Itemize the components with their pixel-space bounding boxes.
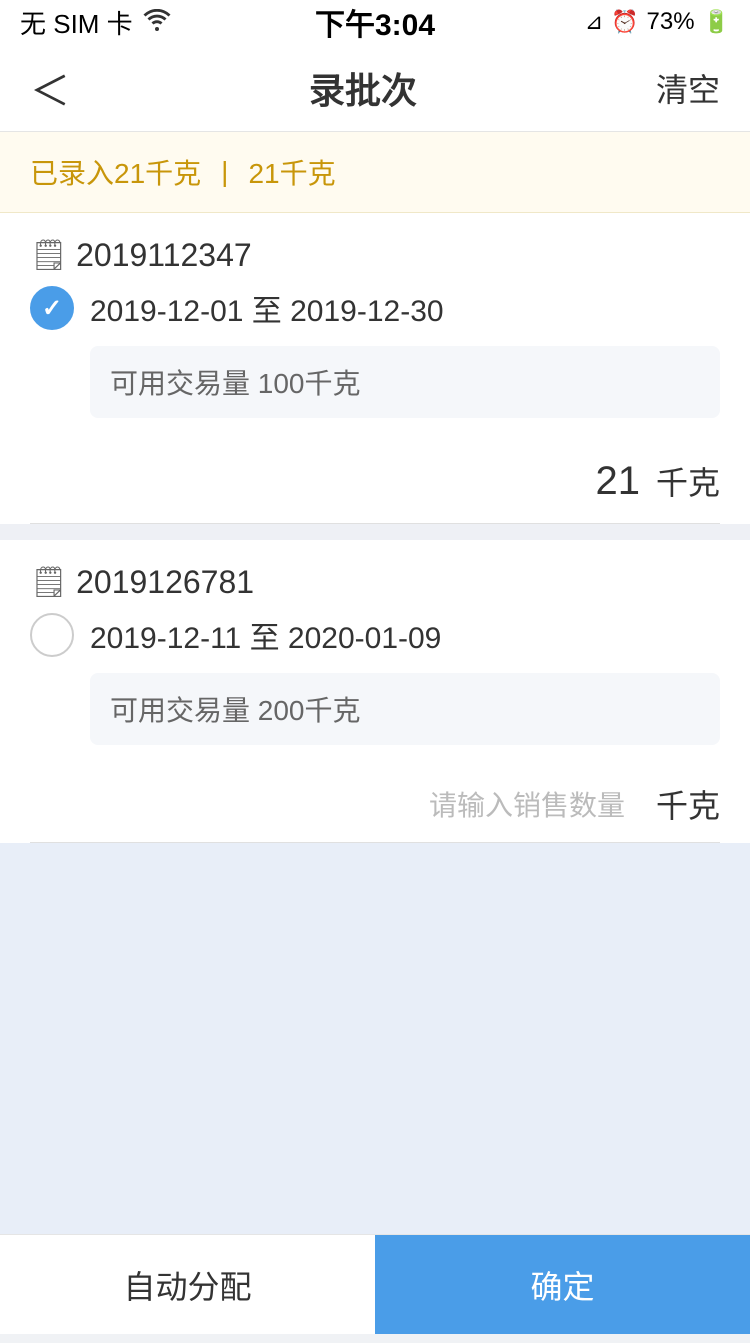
sim-label: 无 SIM 卡 <box>20 4 133 41</box>
empty-area <box>0 843 750 1243</box>
batch-id-icon-2: 🗒 <box>30 565 68 600</box>
section-divider <box>0 524 750 540</box>
nav-bar: ＜ 录批次 清空 <box>0 44 750 132</box>
batch-availability-2: 可用交易量 200千克 <box>90 673 720 745</box>
auto-distribute-button[interactable]: 自动分配 <box>0 1235 375 1334</box>
batch-availability-1: 可用交易量 100千克 <box>90 346 720 418</box>
status-time: 下午3:04 <box>315 0 435 44</box>
batch-header-2: 🗒 2019126781 <box>30 564 720 601</box>
confirm-button[interactable]: 确定 <box>375 1235 750 1334</box>
batch-date-1: 2019-12-01 至 2019-12-30 <box>90 286 444 330</box>
quantity-input-section-2: 千克 <box>0 765 750 843</box>
radio-btn-2[interactable] <box>30 613 74 657</box>
recorded-label: 已录入21千克 <box>30 152 201 192</box>
batch-date-row-1: 2019-12-01 至 2019-12-30 <box>30 286 720 330</box>
alarm-icon: ⏰ <box>611 9 638 35</box>
value-underline-1 <box>30 523 720 524</box>
batch-id-1: 2019112347 <box>76 237 252 274</box>
status-bar: 无 SIM 卡 下午3:04 ⊿ ⏰ 73% 🔋 <box>0 0 750 44</box>
info-bar: 已录入21千克 | 21千克 <box>0 132 750 213</box>
batch-card-2: 🗒 2019126781 2019-12-11 至 2020-01-09 可用交… <box>0 540 750 843</box>
info-value: 21千克 <box>248 152 335 192</box>
quantity-unit-1: 千克 <box>656 458 720 504</box>
status-right: ⊿ ⏰ 73% 🔋 <box>585 8 730 36</box>
battery-icon: 🔋 <box>703 9 730 35</box>
wifi-icon <box>143 7 171 38</box>
battery-label: 73% <box>647 8 695 36</box>
batch-card-1: 🗒 2019112347 2019-12-01 至 2019-12-30 可用交… <box>0 213 750 524</box>
status-left: 无 SIM 卡 <box>20 4 171 41</box>
batch-date-2: 2019-12-11 至 2020-01-09 <box>90 613 441 657</box>
back-button[interactable]: ＜ <box>30 59 70 117</box>
bottom-bar: 自动分配 确定 <box>0 1234 750 1334</box>
batch-date-row-2: 2019-12-11 至 2020-01-09 <box>30 613 720 657</box>
batch-header-1: 🗒 2019112347 <box>30 237 720 274</box>
quantity-display-1: 21 千克 <box>0 438 750 524</box>
location-icon: ⊿ <box>585 9 603 35</box>
page-title: 录批次 <box>309 62 417 114</box>
content-area: 已录入21千克 | 21千克 🗒 2019112347 2019-12-01 至… <box>0 132 750 1343</box>
info-divider: | <box>221 156 228 188</box>
batch-id-2: 2019126781 <box>76 564 254 601</box>
radio-btn-1[interactable] <box>30 286 74 330</box>
batch-item-2: 🗒 2019126781 2019-12-11 至 2020-01-09 可用交… <box>0 540 750 765</box>
quantity-input-2[interactable] <box>30 786 640 823</box>
batch-item-1: 🗒 2019112347 2019-12-01 至 2019-12-30 可用交… <box>0 213 750 438</box>
input-underline-2 <box>30 842 720 843</box>
clear-button[interactable]: 清空 <box>656 65 720 111</box>
quantity-unit-2: 千克 <box>656 781 720 827</box>
quantity-number-1: 21 <box>595 459 640 504</box>
batch-id-icon-1: 🗒 <box>30 238 68 273</box>
